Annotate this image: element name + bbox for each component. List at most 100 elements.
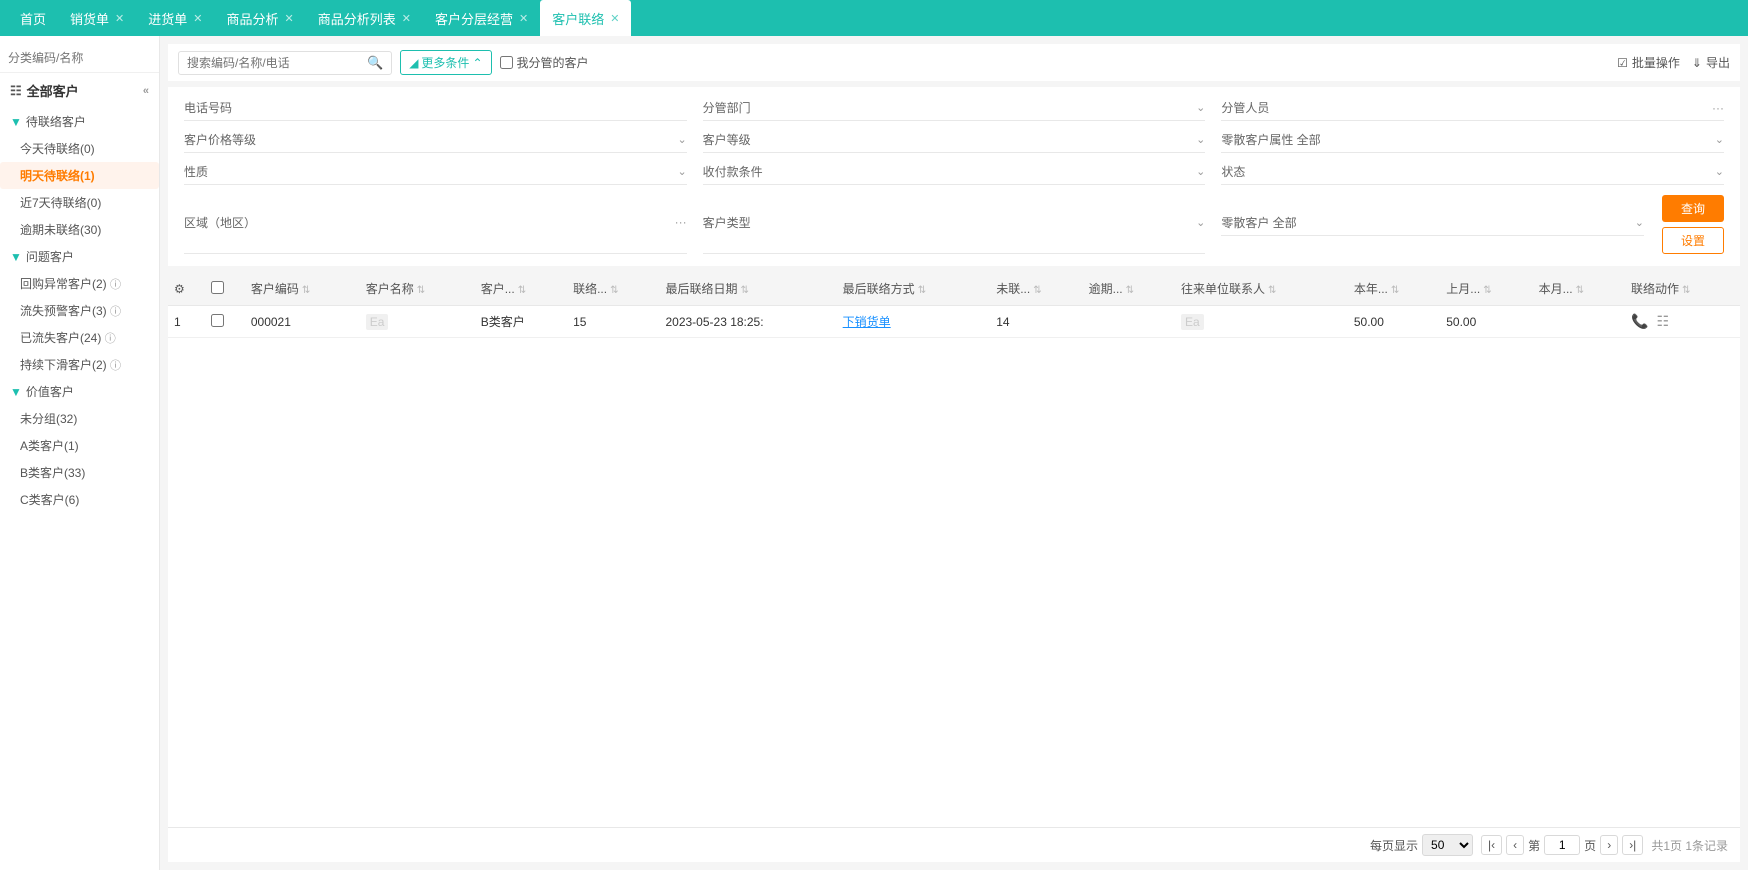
sidebar-group-title-2[interactable]: ▼价值客户 [0, 378, 159, 405]
close-icon[interactable]: ✕ [193, 12, 202, 25]
sidebar-item-0-3[interactable]: 逾期未联络(30) [0, 216, 159, 243]
filter-dept: 分管部门 ⌄ [703, 99, 1206, 121]
more-filter-button[interactable]: ◢ 更多条件 ⌃ [400, 50, 491, 75]
col-header-code[interactable]: 客户编码⇅ [245, 272, 360, 306]
col-header-uncontacted[interactable]: 未联...⇅ [990, 272, 1082, 306]
filter-region-dots[interactable]: ··· [675, 215, 687, 229]
batch-ops-button[interactable]: ☑ 批量操作 [1617, 54, 1680, 71]
nav-item-商品分析[interactable]: 商品分析✕ [214, 0, 305, 36]
sidebar-group-title-1[interactable]: ▼问题客户 [0, 243, 159, 270]
grid-action-icon[interactable]: ☷ [1656, 313, 1669, 330]
page-nav: |‹ ‹ 第 页 › ›| [1481, 835, 1643, 855]
filter-price-level-label: 客户价格等级 [184, 131, 264, 148]
close-icon[interactable]: ✕ [519, 12, 528, 25]
cell-last_contact_method[interactable]: 下销货单 [837, 306, 991, 338]
close-icon[interactable]: ✕ [610, 12, 619, 25]
sidebar-item-1-0[interactable]: 回购异常客户(2) ⓘ [0, 270, 159, 297]
sort-icon[interactable]: ⇅ [610, 285, 618, 296]
sidebar-item-0-2[interactable]: 近7天待联络(0) [0, 189, 159, 216]
search-box[interactable]: 🔍 [178, 51, 392, 75]
sidebar-all-customers[interactable]: ☷ 全部客户 « [0, 73, 159, 108]
sidebar-item-0-1[interactable]: 明天待联络(1) [0, 162, 159, 189]
col-header-actions[interactable]: 联络动作⇅ [1625, 272, 1740, 306]
sort-icon[interactable]: ⇅ [1268, 285, 1276, 296]
per-page-label: 每页显示 [1370, 837, 1418, 854]
sort-icon[interactable]: ⇅ [518, 285, 526, 296]
my-customer-checkbox-row[interactable]: 我分管的客户 [500, 54, 589, 71]
call-icon[interactable]: 📞 [1631, 313, 1648, 330]
sort-icon[interactable]: ⇅ [918, 285, 926, 296]
sidebar-item-1-1[interactable]: 流失预警客户(3) ⓘ [0, 297, 159, 324]
set-button[interactable]: 设置 [1662, 227, 1724, 254]
cell-value-last_month: 50.00 [1446, 315, 1476, 329]
nav-item-商品分析列表[interactable]: 商品分析列表✕ [306, 0, 423, 36]
first-page-button[interactable]: |‹ [1481, 835, 1502, 855]
col-header-last_contact_method[interactable]: 最后联络方式⇅ [837, 272, 991, 306]
prev-page-button[interactable]: ‹ [1506, 835, 1524, 855]
sort-icon[interactable]: ⇅ [1033, 285, 1041, 296]
last-page-button[interactable]: ›| [1622, 835, 1643, 855]
filter-person-dots[interactable]: ··· [1712, 101, 1724, 115]
per-page-select[interactable]: 102050100 [1422, 834, 1473, 856]
chevron-down-icon: ⌄ [1196, 101, 1205, 114]
nav-item-销货单[interactable]: 销货单✕ [58, 0, 136, 36]
sidebar-search-box[interactable]: 🔍 [0, 44, 159, 73]
filter-nature: 性质 ⌄ [184, 163, 687, 185]
sidebar-item-2-2[interactable]: B类客户(33) [0, 459, 159, 486]
col-header-checkbox[interactable] [205, 272, 245, 306]
next-page-button[interactable]: › [1600, 835, 1618, 855]
grid-icon: ☷ [10, 83, 22, 99]
sidebar-item-1-3[interactable]: 持续下滑客户(2) ⓘ [0, 351, 159, 378]
sort-icon[interactable]: ⇅ [741, 285, 749, 296]
sidebar-item-2-0[interactable]: 未分组(32) [0, 405, 159, 432]
col-header-last_month[interactable]: 上月...⇅ [1440, 272, 1532, 306]
close-icon[interactable]: ✕ [285, 12, 294, 25]
page-input[interactable] [1544, 835, 1580, 855]
sidebar-group-title-0[interactable]: ▼待联络客户 [0, 108, 159, 135]
sort-icon[interactable]: ⇅ [1682, 285, 1690, 296]
sort-icon[interactable]: ⇅ [302, 285, 310, 296]
sort-icon[interactable]: ⇅ [1126, 285, 1134, 296]
sort-icon[interactable]: ⇅ [1391, 285, 1399, 296]
sidebar-item-2-1[interactable]: A类客户(1) [0, 432, 159, 459]
select-all-checkbox[interactable] [211, 281, 224, 294]
sort-icon[interactable]: ⇅ [1483, 285, 1491, 296]
close-icon[interactable]: ✕ [115, 12, 124, 25]
filter-payment-label: 收付款条件 [703, 163, 783, 180]
group-label: 价值客户 [26, 383, 74, 400]
query-button[interactable]: 查询 [1662, 195, 1724, 222]
export-button[interactable]: ⇓ 导出 [1692, 54, 1730, 71]
col-label-type: 客户... [481, 282, 515, 296]
sidebar-item-0-0[interactable]: 今天待联络(0) [0, 135, 159, 162]
nav-item-客户分层经营[interactable]: 客户分层经营✕ [423, 0, 540, 36]
sidebar-item-label: 未分组(32) [20, 412, 77, 426]
sidebar-search-input[interactable] [8, 51, 160, 65]
nav-item-首页[interactable]: 首页 [8, 0, 58, 36]
sort-icon[interactable]: ⇅ [417, 285, 425, 296]
col-header-overdue[interactable]: 逾期...⇅ [1083, 272, 1175, 306]
search-input[interactable] [187, 56, 367, 70]
checkbox-icon: ☑ [1617, 56, 1628, 70]
col-header-name[interactable]: 客户名称⇅ [360, 272, 475, 306]
col-header-type[interactable]: 客户...⇅ [475, 272, 567, 306]
col-header-this_month[interactable]: 本月...⇅ [1533, 272, 1625, 306]
sidebar-item-2-3[interactable]: C类客户(6) [0, 486, 159, 513]
nav-item-进货单[interactable]: 进货单✕ [136, 0, 214, 36]
col-header-this_year[interactable]: 本年...⇅ [1348, 272, 1440, 306]
sort-icon[interactable]: ⇅ [1576, 285, 1584, 296]
nav-item-客户联络[interactable]: 客户联络✕ [540, 0, 631, 36]
col-header-seq[interactable]: ⚙ [168, 272, 205, 306]
close-icon[interactable]: ✕ [402, 12, 411, 25]
col-header-last_contact_date[interactable]: 最后联络日期⇅ [659, 272, 836, 306]
row-checkbox[interactable] [211, 314, 224, 327]
sidebar-item-1-2[interactable]: 已流失客户(24) ⓘ [0, 324, 159, 351]
main-layout: 🔍 ☷ 全部客户 « ▼待联络客户今天待联络(0)明天待联络(1)近7天待联络(… [0, 36, 1748, 870]
col-header-contact_count[interactable]: 联络...⇅ [567, 272, 659, 306]
cell-uncontacted: 14 [990, 306, 1082, 338]
gear-icon[interactable]: ⚙ [174, 282, 185, 296]
col-header-contact_person[interactable]: 往来单位联系人⇅ [1175, 272, 1348, 306]
my-customer-checkbox[interactable] [500, 56, 513, 69]
cell-code[interactable]: 000021 [245, 306, 360, 338]
last-contact-method-link[interactable]: 下销货单 [843, 315, 891, 329]
search-icon[interactable]: 🔍 [367, 55, 383, 71]
